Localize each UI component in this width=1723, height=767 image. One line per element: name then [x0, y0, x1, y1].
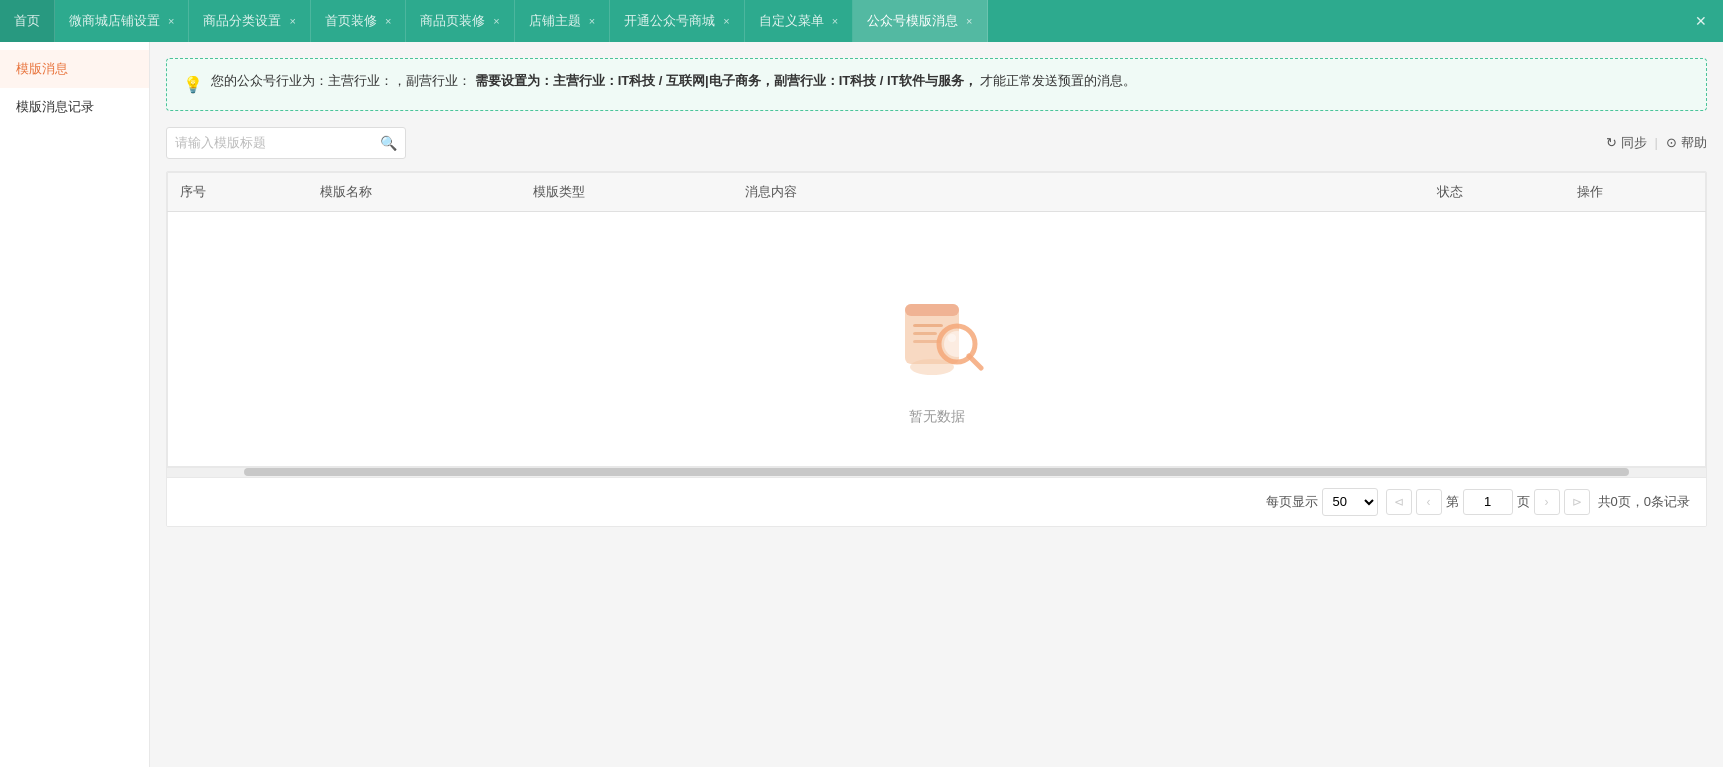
prev-page-button[interactable]: ‹: [1416, 489, 1442, 515]
nav-tab-open-wechat-label: 开通公众号商城: [624, 12, 715, 30]
nav-tab-product-decor[interactable]: 商品页装修 ×: [406, 0, 514, 42]
search-bar: 🔍 ↻ 同步 | ⊙ 帮助: [166, 127, 1707, 159]
nav-tab-category[interactable]: 商品分类设置 ×: [189, 0, 310, 42]
svg-rect-2: [905, 304, 959, 316]
toolbar-divider: |: [1655, 135, 1658, 150]
notice-icon: 💡: [183, 72, 203, 98]
nav-tab-home-label: 首页: [14, 12, 40, 30]
table-wrapper: 序号 模版名称 模版类型 消息内容 状态: [166, 171, 1707, 527]
nav-tab-home-decor[interactable]: 首页装修 ×: [311, 0, 406, 42]
svg-line-8: [969, 356, 981, 368]
close-all-button[interactable]: ✕: [1679, 0, 1723, 42]
close-shop-theme[interactable]: ×: [589, 15, 595, 27]
empty-text: 暂无数据: [909, 408, 965, 426]
sidebar: 模版消息 模版消息记录: [0, 42, 150, 767]
next-page-button[interactable]: ›: [1534, 489, 1560, 515]
scroll-thumb[interactable]: [244, 468, 1629, 476]
col-index: 序号: [168, 172, 309, 211]
svg-point-9: [948, 334, 956, 342]
table-header-row: 序号 模版名称 模版类型 消息内容 状态: [168, 172, 1706, 211]
table-body: 暂无数据: [168, 211, 1706, 466]
empty-state: 暂无数据: [168, 212, 1705, 466]
col-name: 模版名称: [308, 172, 520, 211]
empty-row: 暂无数据: [168, 211, 1706, 466]
close-template-msg[interactable]: ×: [966, 15, 972, 27]
sync-label: 同步: [1621, 134, 1647, 152]
table-head: 序号 模版名称 模版类型 消息内容 状态: [168, 172, 1706, 211]
first-page-button[interactable]: ⊲: [1386, 489, 1412, 515]
pagination: 每页显示 10 20 50 100 ⊲ ‹ 第 页 › ⊳: [167, 477, 1706, 526]
close-product-decor[interactable]: ×: [493, 15, 499, 27]
help-circle-icon: ⊙: [1666, 135, 1677, 150]
nav-tab-category-label: 商品分类设置: [203, 12, 281, 30]
col-status: 状态: [1425, 172, 1565, 211]
page-size-dropdown[interactable]: 10 20 50 100: [1322, 488, 1378, 516]
content-area: 💡 您的公众号行业为：主营行业：，副营行业： 需要设置为：主营行业：IT科技 /…: [150, 42, 1723, 767]
nav-tab-home-decor-label: 首页装修: [325, 12, 377, 30]
close-shop-setting[interactable]: ×: [168, 15, 174, 27]
col-content: 消息内容: [733, 172, 1425, 211]
nav-tab-template-msg-label: 公众号模版消息: [867, 12, 958, 30]
close-all-icon: ✕: [1695, 13, 1707, 29]
nav-tab-shop-theme-label: 店铺主题: [529, 12, 581, 30]
notice-text: 您的公众号行业为：主营行业：，副营行业： 需要设置为：主营行业：IT科技 / 互…: [211, 71, 1690, 92]
top-nav: 首页 微商城店铺设置 × 商品分类设置 × 首页装修 × 商品页装修 × 店铺主…: [0, 0, 1723, 42]
nav-tab-home[interactable]: 首页: [0, 0, 55, 42]
sidebar-item-template-msg-log-label: 模版消息记录: [16, 99, 94, 114]
sync-icon: ↻: [1606, 135, 1617, 150]
data-table: 序号 模版名称 模版类型 消息内容 状态: [167, 172, 1706, 467]
notice-suffix: 才能正常发送预置的消息。: [980, 73, 1136, 88]
col-action: 操作: [1565, 172, 1706, 211]
col-type: 模版类型: [521, 172, 733, 211]
nav-tab-open-wechat[interactable]: 开通公众号商城 ×: [610, 0, 744, 42]
help-button[interactable]: ⊙ 帮助: [1666, 134, 1707, 152]
page-number-input[interactable]: [1463, 489, 1513, 515]
total-info: 共0页，0条记录: [1598, 493, 1690, 511]
last-page-button[interactable]: ⊳: [1564, 489, 1590, 515]
page-size-label: 每页显示: [1266, 493, 1318, 511]
close-category[interactable]: ×: [289, 15, 295, 27]
sync-button[interactable]: ↻ 同步: [1606, 134, 1647, 152]
svg-point-7: [944, 331, 970, 357]
nav-tab-template-msg[interactable]: 公众号模版消息 ×: [853, 0, 987, 42]
nav-tab-custom-menu-label: 自定义菜单: [759, 12, 824, 30]
close-home-decor[interactable]: ×: [385, 15, 391, 27]
notice-banner: 💡 您的公众号行业为：主营行业：，副营行业： 需要设置为：主营行业：IT科技 /…: [166, 58, 1707, 111]
nav-tab-shop-setting[interactable]: 微商城店铺设置 ×: [55, 0, 189, 42]
notice-highlight: 需要设置为：主营行业：IT科技 / 互联网|电子商务，副营行业：IT科技 / I…: [475, 73, 977, 88]
svg-rect-4: [913, 332, 937, 335]
page-word2: 页: [1517, 493, 1530, 511]
main-layout: 模版消息 模版消息记录 💡 您的公众号行业为：主营行业：，副营行业： 需要设置为…: [0, 42, 1723, 767]
page-word: 第: [1446, 493, 1459, 511]
sidebar-item-template-msg-label: 模版消息: [16, 61, 68, 76]
empty-cell: 暂无数据: [168, 211, 1706, 466]
search-input[interactable]: [175, 135, 380, 150]
page-size-select: 每页显示 10 20 50 100: [1266, 488, 1378, 516]
notice-prefix: 您的公众号行业为：主营行业：，副营行业：: [211, 73, 471, 88]
page-nav: ⊲ ‹ 第 页 › ⊳: [1386, 489, 1590, 515]
nav-tab-shop-setting-label: 微商城店铺设置: [69, 12, 160, 30]
nav-tab-custom-menu[interactable]: 自定义菜单 ×: [745, 0, 853, 42]
search-input-wrap[interactable]: 🔍: [166, 127, 406, 159]
empty-state-illustration: [877, 272, 997, 392]
close-open-wechat[interactable]: ×: [723, 15, 729, 27]
svg-rect-3: [913, 324, 943, 327]
sidebar-item-template-msg[interactable]: 模版消息: [0, 50, 149, 88]
help-label: 帮助: [1681, 134, 1707, 152]
toolbar-right: ↻ 同步 | ⊙ 帮助: [1606, 134, 1707, 152]
nav-tab-shop-theme[interactable]: 店铺主题 ×: [515, 0, 610, 42]
nav-tab-product-decor-label: 商品页装修: [420, 12, 485, 30]
scroll-bar-area[interactable]: [167, 467, 1706, 477]
search-icon[interactable]: 🔍: [380, 135, 397, 151]
sidebar-item-template-msg-log[interactable]: 模版消息记录: [0, 88, 149, 126]
close-custom-menu[interactable]: ×: [832, 15, 838, 27]
